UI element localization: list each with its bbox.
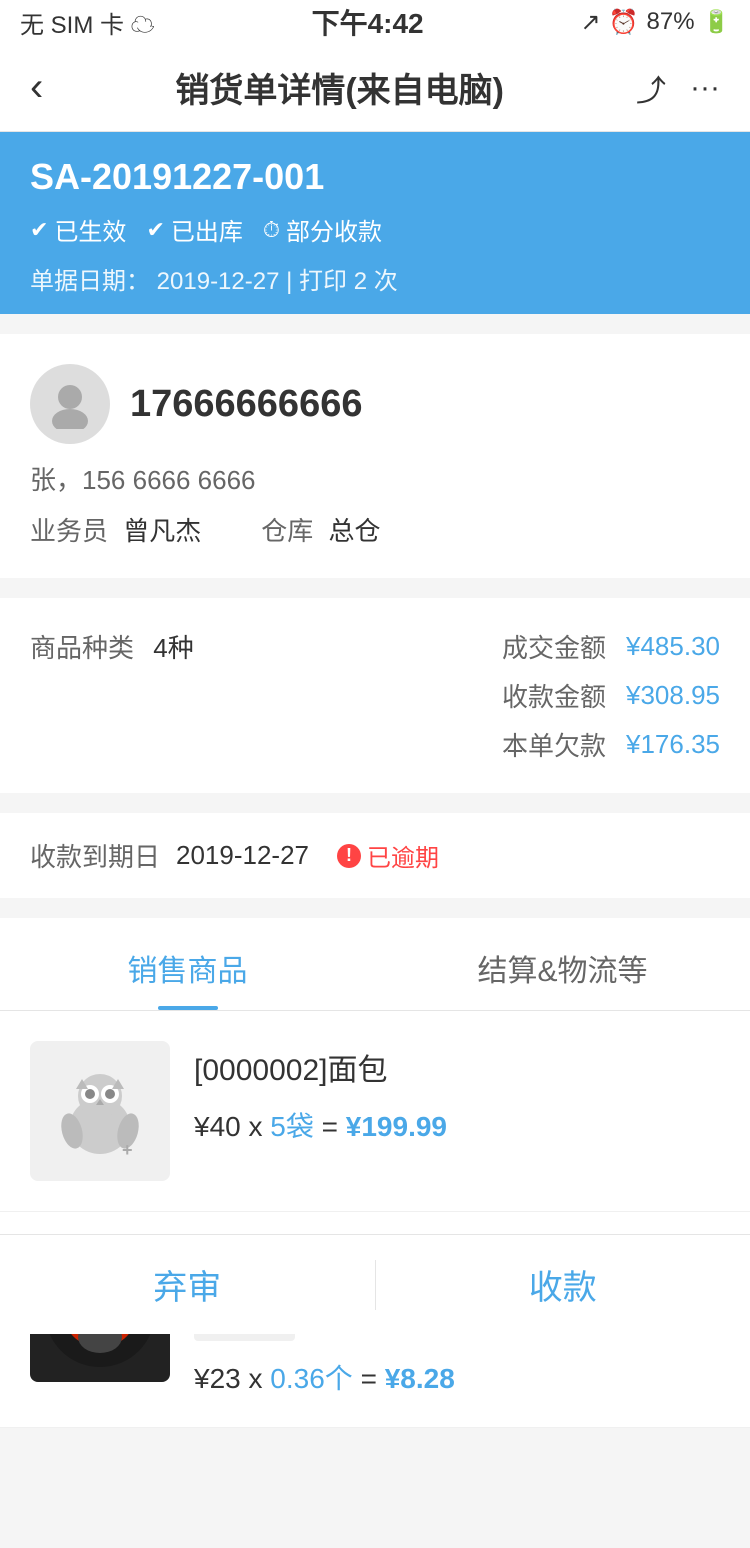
product-list: + [0000002]面包 ¥40 x 5袋 = ¥199.99: [0, 1011, 750, 1428]
order-id: SA-20191227-001: [30, 156, 720, 198]
status-left: 无 SIM 卡 ☁: [20, 5, 155, 40]
category-item: 商品种类 4种: [30, 628, 194, 665]
owing-label: 本单欠款: [502, 726, 606, 763]
more-button[interactable]: ···: [690, 71, 720, 105]
status-time: 下午4:42: [312, 2, 424, 42]
tabs-row: 销售商品 结算&物流等: [0, 918, 750, 1011]
stats-row: 商品种类 4种 成交金额 ¥485.30 收款金额 ¥308.95 本单欠款 ¥…: [30, 628, 720, 763]
customer-section: 17666666666 张，156 6666 6666 业务员 曾凡杰 仓库 总…: [0, 334, 750, 578]
share-button[interactable]: ⤴: [636, 66, 666, 110]
customer-contact: 张，156 6666 6666: [30, 460, 720, 497]
location-icon: ↗: [581, 8, 601, 37]
sim-status: 无 SIM 卡 ☁: [20, 5, 155, 40]
badge-partial-payment: ⏱ 部分收款: [263, 212, 382, 247]
tab-sales-label: 销售商品: [128, 955, 248, 988]
print-count: 2: [354, 268, 367, 295]
product-thumb-1: +: [30, 1041, 170, 1181]
header-banner: SA-20191227-001 ✔ 已生效 ✔ 已出库 ⏱ 部分收款 单据日期：…: [0, 132, 750, 314]
category-label: 商品种类: [30, 633, 134, 663]
product-price-2: ¥23 x 0.36个 = ¥8.28: [194, 1357, 720, 1397]
collect-payment-button[interactable]: 收款: [376, 1240, 750, 1329]
nav-actions: ⤴ ···: [636, 66, 720, 110]
alarm-icon: ⏰: [609, 8, 639, 37]
category-value: 4种: [153, 633, 193, 663]
received-label: 收款金额: [502, 677, 606, 714]
cancel-audit-button[interactable]: 弃审: [0, 1240, 375, 1329]
status-bar: 无 SIM 卡 ☁ 下午4:42 ↗ ⏰ 87% 🔋: [0, 0, 750, 44]
amount-label: 成交金额: [502, 628, 606, 665]
product-info-1: [0000002]面包 ¥40 x 5袋 = ¥199.99: [194, 1041, 720, 1145]
customer-meta: 业务员 曾凡杰 仓库 总仓: [30, 511, 720, 548]
product-item-1[interactable]: + [0000002]面包 ¥40 x 5袋 = ¥199.99: [0, 1011, 750, 1212]
order-date-row: 单据日期： 2019-12-27 | 打印 2 次: [30, 261, 720, 296]
battery-icon: 🔋: [703, 9, 730, 35]
back-button[interactable]: ‹: [30, 65, 43, 110]
due-section: 收款到期日 2019-12-27 ! 已逾期: [0, 813, 750, 898]
separator: |: [286, 268, 299, 295]
received-row: 收款金额 ¥308.95: [502, 677, 720, 714]
tab-settlement[interactable]: 结算&物流等: [375, 918, 750, 1010]
stats-left: 商品种类 4种: [30, 628, 194, 665]
salesperson-field: 业务员 曾凡杰: [30, 511, 201, 548]
stats-section: 商品种类 4种 成交金额 ¥485.30 收款金额 ¥308.95 本单欠款 ¥…: [0, 598, 750, 793]
product-price-1: ¥40 x 5袋 = ¥199.99: [194, 1105, 720, 1145]
due-date: 2019-12-27: [176, 840, 309, 871]
tabs-section: 销售商品 结算&物流等: [0, 918, 750, 1011]
salesperson-label: 业务员: [30, 516, 108, 546]
check-icon-2: ✔: [146, 217, 164, 243]
warehouse-field: 仓库 总仓: [261, 511, 380, 548]
warehouse-label: 仓库: [261, 516, 313, 546]
overdue-icon: !: [337, 844, 361, 868]
print-suffix: 次: [374, 268, 398, 295]
page-title: 销货单详情(来自电脑): [175, 63, 504, 112]
status-right: ↗ ⏰ 87% 🔋: [581, 8, 730, 37]
print-label: 打印: [299, 268, 347, 295]
due-label: 收款到期日: [30, 837, 160, 874]
amount-row: 成交金额 ¥485.30: [502, 628, 720, 665]
badge-shipped: ✔ 已出库: [146, 212, 242, 247]
overdue-badge: ! 已逾期: [337, 838, 439, 873]
amount-value: ¥485.30: [626, 631, 720, 662]
nav-bar: ‹ 销货单详情(来自电脑) ⤴ ···: [0, 44, 750, 132]
product-total-2: ¥8.28: [385, 1363, 455, 1394]
owing-row: 本单欠款 ¥176.35: [502, 726, 720, 763]
received-value: ¥308.95: [626, 680, 720, 711]
svg-text:+: +: [122, 1140, 133, 1160]
stats-right: 成交金额 ¥485.30 收款金额 ¥308.95 本单欠款 ¥176.35: [502, 628, 720, 763]
tab-sales-products[interactable]: 销售商品: [0, 918, 375, 1010]
customer-phone: 17666666666: [130, 383, 362, 426]
clock-icon: ⏱: [263, 217, 280, 243]
order-date: 2019-12-27: [157, 268, 280, 295]
tab-settlement-label: 结算&物流等: [477, 955, 647, 988]
overdue-text: 已逾期: [367, 838, 439, 873]
owing-value: ¥176.35: [626, 729, 720, 760]
product-unit-price-2: ¥23: [194, 1363, 241, 1394]
salesperson-name: 曾凡杰: [123, 516, 201, 546]
product-unit-price-1: ¥40: [194, 1111, 241, 1142]
product-name-1: [0000002]面包: [194, 1045, 720, 1089]
check-icon-1: ✔: [30, 217, 48, 243]
product-qty-2: 0.36个: [270, 1363, 353, 1394]
avatar: [30, 364, 110, 444]
product-total-1: ¥199.99: [346, 1111, 447, 1142]
badge-effective: ✔ 已生效: [30, 212, 126, 247]
warehouse-name: 总仓: [329, 516, 381, 546]
bottom-bar: 弃审 收款: [0, 1234, 750, 1334]
battery-status: 87%: [647, 8, 695, 36]
product-qty-1: 5袋: [270, 1111, 314, 1142]
customer-main-row: 17666666666: [30, 364, 720, 444]
date-label: 单据日期：: [30, 268, 150, 295]
header-badges: ✔ 已生效 ✔ 已出库 ⏱ 部分收款: [30, 212, 720, 247]
